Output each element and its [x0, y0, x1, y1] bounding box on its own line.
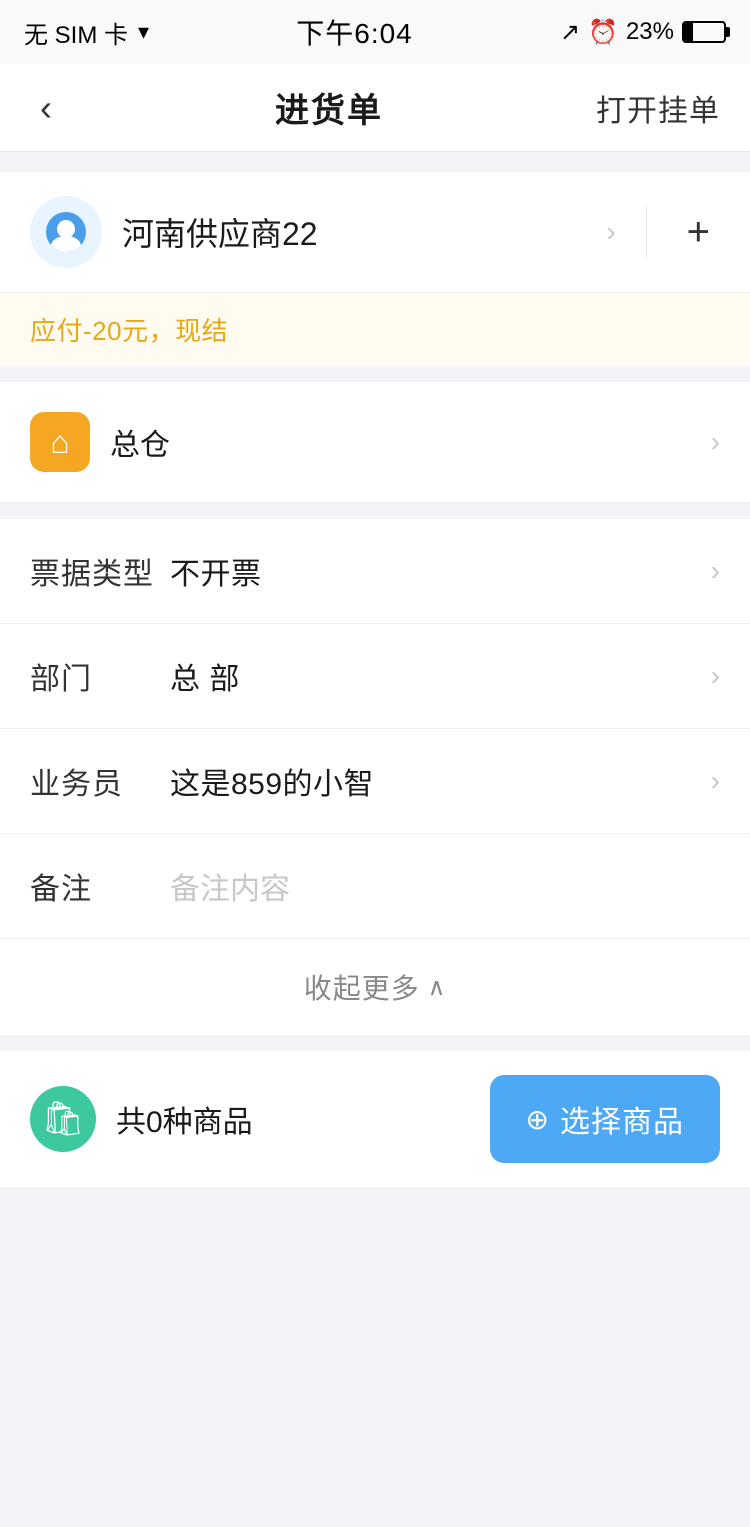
warehouse-arrow-icon: ›	[711, 426, 720, 458]
salesperson-label: 业务员	[30, 759, 170, 803]
select-product-button[interactable]: ⊕ 选择商品	[490, 1075, 720, 1163]
product-count: 共0种商品	[116, 1097, 490, 1141]
warehouse-section: ⌂ 总仓 ›	[0, 382, 750, 503]
warehouse-icon-wrap: ⌂	[30, 412, 90, 472]
back-button[interactable]: ‹	[30, 77, 62, 139]
department-value: 总 部	[170, 654, 701, 698]
form-section: 票据类型 不开票 › 部门 总 部 › 业务员 这是859的小智 › 备注 备注…	[0, 519, 750, 938]
department-row[interactable]: 部门 总 部 ›	[0, 624, 750, 729]
bottom-fill	[0, 1187, 750, 1527]
collapse-label: 收起更多	[304, 967, 420, 1007]
select-product-label: 选择商品	[560, 1097, 684, 1141]
collapse-button[interactable]: 收起更多 ∧	[0, 939, 750, 1035]
location-icon: ↗	[560, 18, 580, 47]
supplier-avatar	[30, 196, 102, 268]
supplier-name: 河南供应商22	[122, 209, 606, 255]
product-icon-wrap: 🛍	[30, 1086, 96, 1152]
nav-bar: ‹ 进货单 打开挂单	[0, 64, 750, 152]
status-bar-left: 无 SIM 卡 ▾	[24, 15, 149, 50]
product-bag-icon: 🛍	[41, 1099, 84, 1139]
section-gap-2	[0, 366, 750, 382]
supplier-section: 河南供应商22 › + 应付-20元，现结	[0, 172, 750, 366]
balance-notice: 应付-20元，现结	[0, 293, 750, 366]
section-gap-3	[0, 503, 750, 519]
status-bar-right: ↗ ⏰ 23%	[560, 18, 726, 47]
invoice-type-arrow-icon: ›	[711, 555, 720, 587]
select-product-icon: ⊕	[526, 1103, 550, 1136]
salesperson-arrow-icon: ›	[711, 765, 720, 797]
carrier-label: 无 SIM 卡	[24, 15, 128, 50]
department-label: 部门	[30, 654, 170, 698]
supplier-arrow-icon: ›	[606, 216, 615, 248]
salesperson-row[interactable]: 业务员 这是859的小智 ›	[0, 729, 750, 834]
nav-title: 进货单	[275, 83, 383, 132]
status-bar: 无 SIM 卡 ▾ 下午6:04 ↗ ⏰ 23%	[0, 0, 750, 64]
remarks-placeholder: 备注内容	[170, 864, 720, 908]
wifi-icon: ▾	[138, 19, 149, 45]
invoice-type-label: 票据类型	[30, 549, 170, 593]
battery-icon	[682, 21, 726, 43]
remarks-label: 备注	[30, 864, 170, 908]
invoice-type-row[interactable]: 票据类型 不开票 ›	[0, 519, 750, 624]
remarks-row[interactable]: 备注 备注内容	[0, 834, 750, 938]
open-pending-button[interactable]: 打开挂单	[596, 86, 720, 130]
add-supplier-button[interactable]: +	[677, 210, 720, 255]
alarm-icon: ⏰	[588, 18, 618, 47]
product-section: 🛍 共0种商品 ⊕ 选择商品	[0, 1051, 750, 1187]
salesperson-value: 这是859的小智	[170, 759, 701, 803]
invoice-type-value: 不开票	[170, 549, 701, 593]
status-bar-time: 下午6:04	[296, 12, 413, 52]
battery-percent: 23%	[626, 18, 674, 46]
department-arrow-icon: ›	[711, 660, 720, 692]
supplier-row[interactable]: 河南供应商22 › +	[0, 172, 750, 293]
section-gap-1	[0, 152, 750, 172]
warehouse-name: 总仓	[110, 420, 701, 464]
house-icon: ⌂	[50, 424, 69, 461]
avatar-icon	[46, 212, 86, 252]
collapse-section: 收起更多 ∧	[0, 938, 750, 1035]
supplier-divider	[646, 207, 647, 257]
warehouse-row[interactable]: ⌂ 总仓 ›	[0, 382, 750, 503]
collapse-arrow-icon: ∧	[428, 973, 447, 1002]
